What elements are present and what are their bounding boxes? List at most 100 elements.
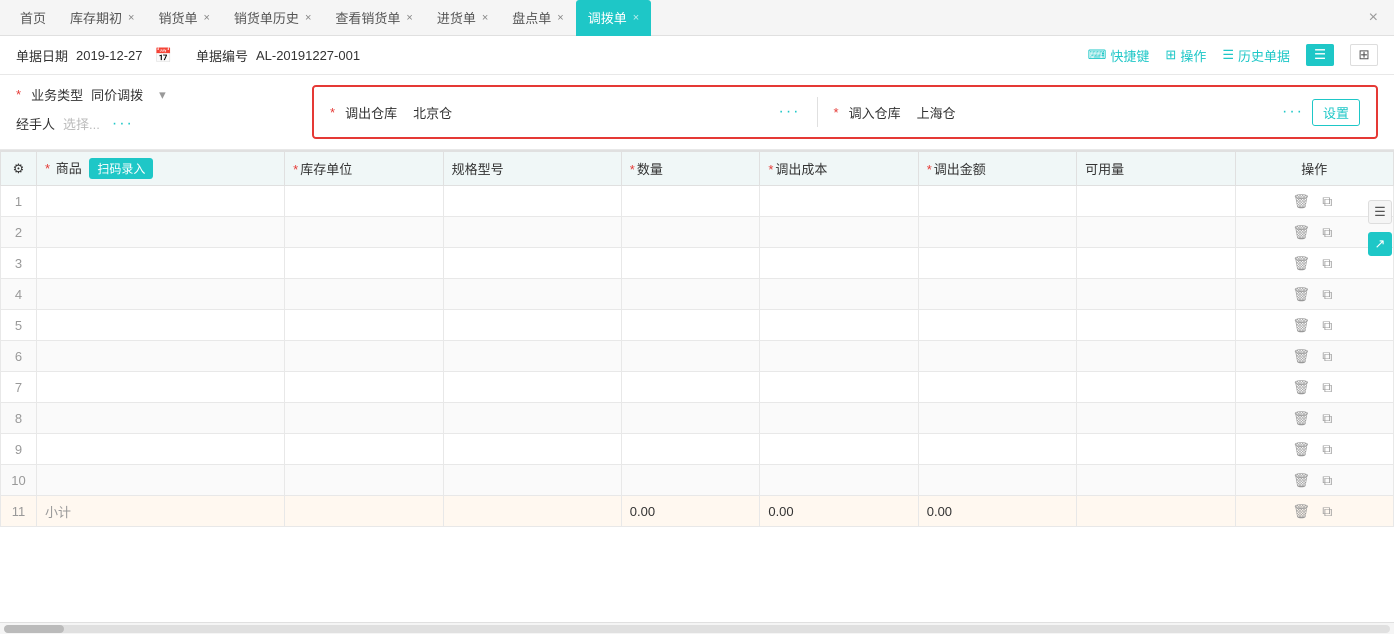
copy-btn[interactable]: ⧉ (1317, 191, 1337, 211)
cell-qty[interactable] (621, 403, 760, 434)
cell-amount[interactable] (918, 434, 1076, 465)
cell-unit[interactable] (285, 248, 443, 279)
cell-available[interactable] (1077, 186, 1235, 217)
cell-qty[interactable] (621, 310, 760, 341)
delete-btn[interactable]: 🗑 (1291, 439, 1311, 459)
cell-qty[interactable] (621, 434, 760, 465)
tab-close-view-sales[interactable]: × (406, 12, 412, 24)
cell-cost[interactable] (760, 341, 918, 372)
cell-unit[interactable] (285, 279, 443, 310)
cell-amount[interactable] (918, 403, 1076, 434)
cell-spec[interactable] (443, 434, 621, 465)
cell-amount[interactable] (918, 217, 1076, 248)
copy-btn[interactable]: ⧉ (1317, 284, 1337, 304)
cell-qty[interactable] (621, 186, 760, 217)
handler-dots[interactable]: ··· (112, 115, 134, 133)
cell-qty[interactable] (621, 465, 760, 496)
tab-close-inventory-init[interactable]: × (128, 12, 134, 24)
copy-btn[interactable]: ⧉ (1317, 253, 1337, 273)
sidebar-export-icon[interactable]: ↗ (1368, 232, 1392, 256)
cell-available[interactable] (1077, 372, 1235, 403)
cell-unit[interactable] (285, 465, 443, 496)
delete-btn[interactable]: 🗑 (1291, 315, 1311, 335)
copy-btn[interactable]: ⧉ (1317, 408, 1337, 428)
cell-unit[interactable] (285, 403, 443, 434)
copy-btn[interactable]: ⧉ (1317, 377, 1337, 397)
cell-product[interactable] (37, 341, 285, 372)
calendar-icon[interactable]: 📅 (155, 47, 172, 64)
cell-spec[interactable] (443, 341, 621, 372)
cell-available[interactable] (1077, 434, 1235, 465)
cell-qty[interactable] (621, 279, 760, 310)
tab-close-sales-order[interactable]: × (203, 12, 209, 24)
cell-spec[interactable] (443, 310, 621, 341)
tab-purchase[interactable]: 进货单 × (425, 0, 500, 36)
th-gear[interactable]: ⚙ (1, 152, 37, 186)
cell-unit[interactable] (285, 186, 443, 217)
history-action[interactable]: ☰ 历史单据 (1222, 46, 1290, 65)
copy-btn[interactable]: ⧉ (1317, 470, 1337, 490)
grid-view-active-btn[interactable]: ☰ (1306, 44, 1334, 66)
tab-inventory-init[interactable]: 库存期初 × (58, 0, 146, 36)
scrollbar-thumb[interactable] (4, 625, 64, 633)
cell-product[interactable] (37, 434, 285, 465)
cell-available[interactable] (1077, 279, 1235, 310)
cell-product[interactable] (37, 403, 285, 434)
delete-btn[interactable]: 🗑 (1291, 284, 1311, 304)
delete-btn[interactable]: 🗑 (1291, 253, 1311, 273)
warehouse-in-dots[interactable]: ··· (1282, 103, 1304, 121)
table-wrapper[interactable]: ⚙ * 商品 扫码录入 *库存单位 规格型号 *数量 (0, 150, 1394, 622)
cell-available[interactable] (1077, 248, 1235, 279)
cell-cost[interactable] (760, 248, 918, 279)
cell-amount[interactable] (918, 186, 1076, 217)
business-type-dropdown[interactable]: ▾ (159, 87, 166, 103)
cell-qty[interactable] (621, 248, 760, 279)
cell-qty[interactable] (621, 217, 760, 248)
cell-product[interactable] (37, 248, 285, 279)
cell-amount[interactable] (918, 465, 1076, 496)
settings-button[interactable]: 设置 (1312, 99, 1360, 126)
cell-unit[interactable] (285, 310, 443, 341)
copy-btn[interactable]: ⧉ (1317, 439, 1337, 459)
cell-amount[interactable] (918, 248, 1076, 279)
cell-unit[interactable] (285, 341, 443, 372)
cell-cost[interactable] (760, 186, 918, 217)
cell-spec[interactable] (443, 279, 621, 310)
delete-btn[interactable]: 🗑 (1291, 470, 1311, 490)
tab-transfer[interactable]: 调拨单 × (576, 0, 651, 36)
cell-cost[interactable] (760, 310, 918, 341)
cell-amount[interactable] (918, 279, 1076, 310)
shortcut-action[interactable]: ⌨ 快捷键 (1088, 46, 1150, 65)
sidebar-list-icon[interactable]: ☰ (1368, 200, 1392, 224)
tab-sales-history[interactable]: 销货单历史 × (222, 0, 323, 36)
cell-product[interactable] (37, 217, 285, 248)
cell-spec[interactable] (443, 217, 621, 248)
cell-qty[interactable] (621, 372, 760, 403)
warehouse-out-dots[interactable]: ··· (779, 103, 801, 121)
cell-qty[interactable] (621, 341, 760, 372)
tab-close-purchase[interactable]: × (482, 12, 488, 24)
cell-cost[interactable] (760, 403, 918, 434)
copy-btn[interactable]: ⧉ (1317, 346, 1337, 366)
tab-view-sales[interactable]: 查看销货单 × (323, 0, 424, 36)
delete-btn[interactable]: 🗑 (1291, 408, 1311, 428)
cell-product[interactable] (37, 186, 285, 217)
cell-product[interactable] (37, 372, 285, 403)
delete-btn[interactable]: 🗑 (1291, 222, 1311, 242)
tab-close-stocktake[interactable]: × (557, 12, 563, 24)
cell-amount[interactable] (918, 310, 1076, 341)
delete-btn[interactable]: 🗑 (1291, 501, 1311, 521)
cell-spec[interactable] (443, 186, 621, 217)
operate-action[interactable]: ⊞ 操作 (1165, 46, 1206, 65)
cell-spec[interactable] (443, 248, 621, 279)
cell-available[interactable] (1077, 310, 1235, 341)
cell-available[interactable] (1077, 341, 1235, 372)
cell-product[interactable] (37, 279, 285, 310)
cell-available[interactable] (1077, 465, 1235, 496)
horizontal-scrollbar[interactable] (0, 622, 1394, 634)
tab-close-transfer[interactable]: × (633, 12, 639, 24)
tab-sales-order[interactable]: 销货单 × (146, 0, 221, 36)
delete-btn[interactable]: 🗑 (1291, 346, 1311, 366)
copy-btn[interactable]: ⧉ (1317, 501, 1337, 521)
delete-btn[interactable]: 🗑 (1291, 191, 1311, 211)
